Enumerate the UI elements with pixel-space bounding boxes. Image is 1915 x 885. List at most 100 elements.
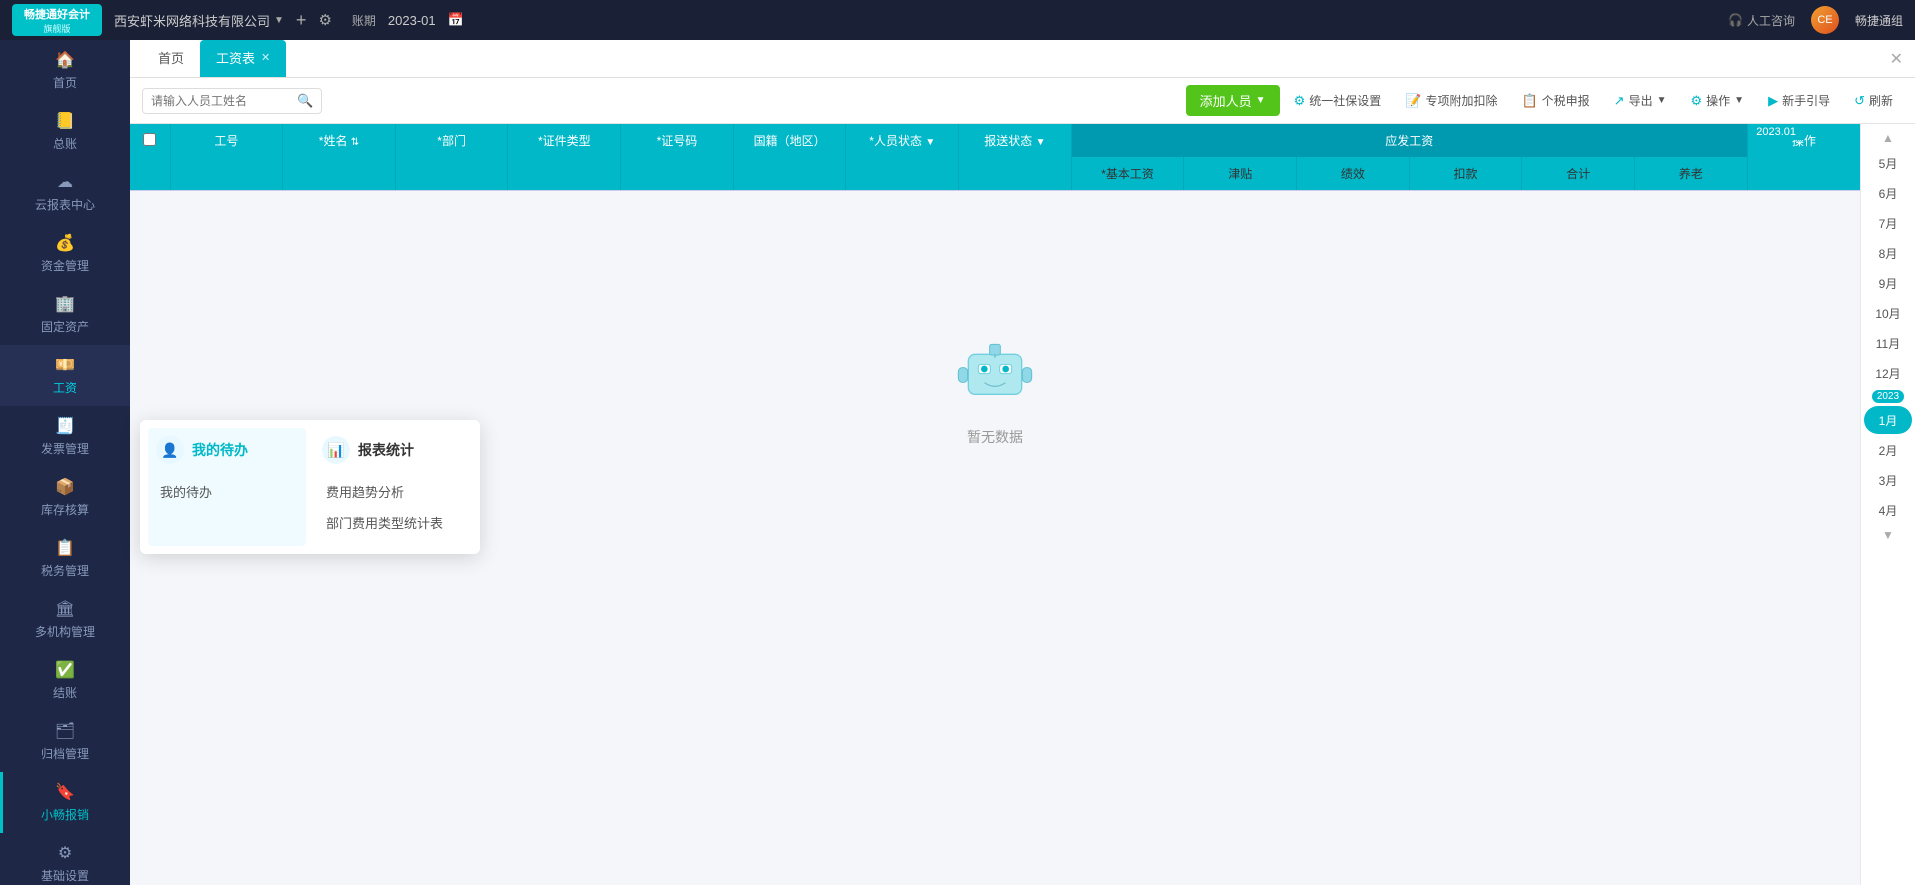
home-icon: 🏠 (55, 50, 75, 70)
tab-bar: 首页 工资表 ✕ ✕ (130, 40, 1915, 78)
logo-text1: 畅捷通好会计 (24, 6, 90, 22)
month-8[interactable]: 8月 (1864, 239, 1912, 267)
sidebar-label-cloud: 云报表中心 (35, 196, 95, 213)
customer-service-label: 人工咨询 (1747, 12, 1795, 29)
month-4[interactable]: 4月 (1864, 496, 1912, 524)
sidebar-label-invoice: 发票管理 (41, 440, 89, 457)
export-button[interactable]: ↗ 导出 ▼ (1604, 87, 1677, 114)
sub-col-deduction: 扣款 (1409, 157, 1522, 191)
year-label: 2023.01 (1748, 124, 1804, 140)
month-5[interactable]: 5月 (1864, 149, 1912, 177)
sidebar-item-fixed-assets[interactable]: 🏢 固定资产 (0, 284, 130, 345)
tab-home-label: 首页 (158, 48, 184, 67)
sidebar-item-xiaochang[interactable]: 🔖 小畅报销 (0, 772, 130, 833)
special-deduction-button[interactable]: 📝 专项附加扣除 (1395, 87, 1507, 114)
month-nav-up[interactable]: ▲ (1872, 128, 1904, 148)
month-2[interactable]: 2月 (1864, 436, 1912, 464)
header-add-button[interactable]: + (296, 10, 307, 31)
month-3[interactable]: 3月 (1864, 466, 1912, 494)
sidebar-item-invoice[interactable]: 🧾 发票管理 (0, 406, 130, 467)
sidebar-label-close: 结账 (53, 684, 77, 701)
toolbar-right: 添加人员 ▼ ⚙ 统一社保设置 📝 专项附加扣除 📋 个税申报 ↗ 导出 (1186, 85, 1903, 116)
add-person-button[interactable]: 添加人员 ▼ (1186, 85, 1280, 116)
sidebar-item-close-account[interactable]: ✅ 结账 (0, 650, 130, 711)
month-1[interactable]: 1月 (1864, 406, 1912, 434)
tab-close-all-button[interactable]: ✕ (1890, 49, 1903, 69)
refresh-icon: ↺ (1854, 93, 1865, 109)
month-7[interactable]: 7月 (1864, 209, 1912, 237)
search-box: 🔍 (142, 88, 322, 114)
popup-col-todo-title: 我的待办 (192, 440, 248, 460)
cloud-icon: ☁ (57, 172, 73, 192)
month-9[interactable]: 9月 (1864, 269, 1912, 297)
deduction-icon: 📝 (1405, 93, 1421, 109)
export-icon: ↗ (1614, 93, 1625, 109)
sidebar-item-cloud-report[interactable]: ☁ 云报表中心 (0, 162, 130, 223)
popup-col-todo: 👤 我的待办 我的待办 (148, 428, 306, 546)
app-logo: 畅捷通好会计 旗舰版 (12, 4, 102, 36)
sidebar-item-tax[interactable]: 📋 税务管理 (0, 528, 130, 589)
export-dropdown-icon: ▼ (1657, 95, 1667, 106)
col-employee-number: 工号 (170, 124, 283, 157)
operation-button[interactable]: ⚙ 操作 ▼ (1680, 87, 1754, 114)
company-dropdown-icon: ▼ (274, 15, 284, 26)
tab-salary[interactable]: 工资表 ✕ (200, 40, 286, 77)
col-report-status: 报送状态 ▼ (959, 124, 1072, 157)
dropdown-popup: 👤 我的待办 我的待办 📊 报表统计 费用趋势分析 部门费用类型统计表 (140, 420, 480, 554)
tax-report-button[interactable]: 📋 个税申报 (1511, 87, 1599, 114)
add-person-label: 添加人员 (1200, 91, 1252, 110)
sub-col-pension: 养老 (1635, 157, 1748, 191)
tab-salary-label: 工资表 (216, 48, 255, 67)
sidebar-label-ledger: 总账 (53, 135, 77, 152)
sub-col-allowance: 津贴 (1184, 157, 1297, 191)
sidebar-item-funds[interactable]: 💰 资金管理 (0, 223, 130, 284)
header-settings-icon[interactable]: ⚙ (318, 11, 331, 29)
sidebar-item-inventory[interactable]: 📦 库存核算 (0, 467, 130, 528)
month-6[interactable]: 6月 (1864, 179, 1912, 207)
tax-report-icon: 📋 (1521, 93, 1537, 109)
sidebar-label-archive: 归档管理 (41, 745, 89, 762)
tab-close-icon[interactable]: ✕ (261, 51, 270, 64)
select-all-checkbox[interactable] (143, 133, 156, 146)
sidebar-label-settings: 基础设置 (41, 867, 89, 884)
settings-icon: ⚙ (58, 843, 72, 863)
sidebar-item-salary[interactable]: 💴 工资 (0, 345, 130, 406)
col-nationality: 国籍（地区） (733, 124, 846, 157)
sidebar-label-salary: 工资 (53, 379, 77, 396)
user-avatar: CE (1811, 6, 1839, 34)
calendar-icon[interactable]: 📅 (448, 12, 464, 28)
year-badge: 2023 (1872, 390, 1904, 403)
sidebar-item-archive[interactable]: 🗂 归档管理 (0, 711, 130, 772)
sidebar-item-ledger[interactable]: 📒 总账 (0, 101, 130, 162)
col-id-type: *证件类型 (508, 124, 621, 157)
ledger-icon: 📒 (55, 111, 75, 131)
month-10[interactable]: 10月 (1864, 299, 1912, 327)
archive-icon: 🗂 (55, 721, 75, 741)
popup-item-my-todo[interactable]: 我的待办 (156, 476, 298, 507)
sidebar-item-home[interactable]: 🏠 首页 (0, 40, 130, 101)
customer-service-button[interactable]: 🎧 人工咨询 (1728, 12, 1795, 29)
popup-item-expense-trend[interactable]: 费用趋势分析 (322, 476, 464, 507)
sidebar-label-multiorg: 多机构管理 (35, 623, 95, 640)
popup-item-dept-expense[interactable]: 部门费用类型统计表 (322, 507, 464, 538)
period-value: 2023-01 (388, 13, 436, 28)
user-name[interactable]: 畅捷通组 (1855, 12, 1903, 29)
inventory-icon: 📦 (55, 477, 75, 497)
refresh-button[interactable]: ↺ 刷新 (1844, 87, 1903, 114)
assets-icon: 🏢 (55, 294, 75, 314)
guide-button[interactable]: ▶ 新手引导 (1758, 87, 1840, 114)
sidebar: 🏠 首页 📒 总账 ☁ 云报表中心 💰 资金管理 🏢 固定资产 💴 工资 🧾 发… (0, 40, 130, 885)
sidebar-item-settings[interactable]: ⚙ 基础设置 (0, 833, 130, 885)
month-12[interactable]: 12月 (1864, 359, 1912, 387)
social-insurance-button[interactable]: ⚙ 统一社保设置 (1284, 87, 1392, 114)
month-nav-down[interactable]: ▼ (1872, 525, 1904, 545)
toolbar: 🔍 添加人员 ▼ ⚙ 统一社保设置 📝 专项附加扣除 📋 个税申报 (130, 78, 1915, 124)
sidebar-item-multiorg[interactable]: 🏛 多机构管理 (0, 589, 130, 650)
company-selector[interactable]: 西安虾米网络科技有限公司 ▼ (114, 11, 284, 30)
tab-home[interactable]: 首页 (142, 40, 200, 77)
month-11[interactable]: 11月 (1864, 329, 1912, 357)
search-input[interactable] (151, 94, 291, 108)
sidebar-label-inventory: 库存核算 (41, 501, 89, 518)
search-icon: 🔍 (297, 93, 313, 109)
guide-btn-icon: ▶ (1768, 93, 1778, 109)
